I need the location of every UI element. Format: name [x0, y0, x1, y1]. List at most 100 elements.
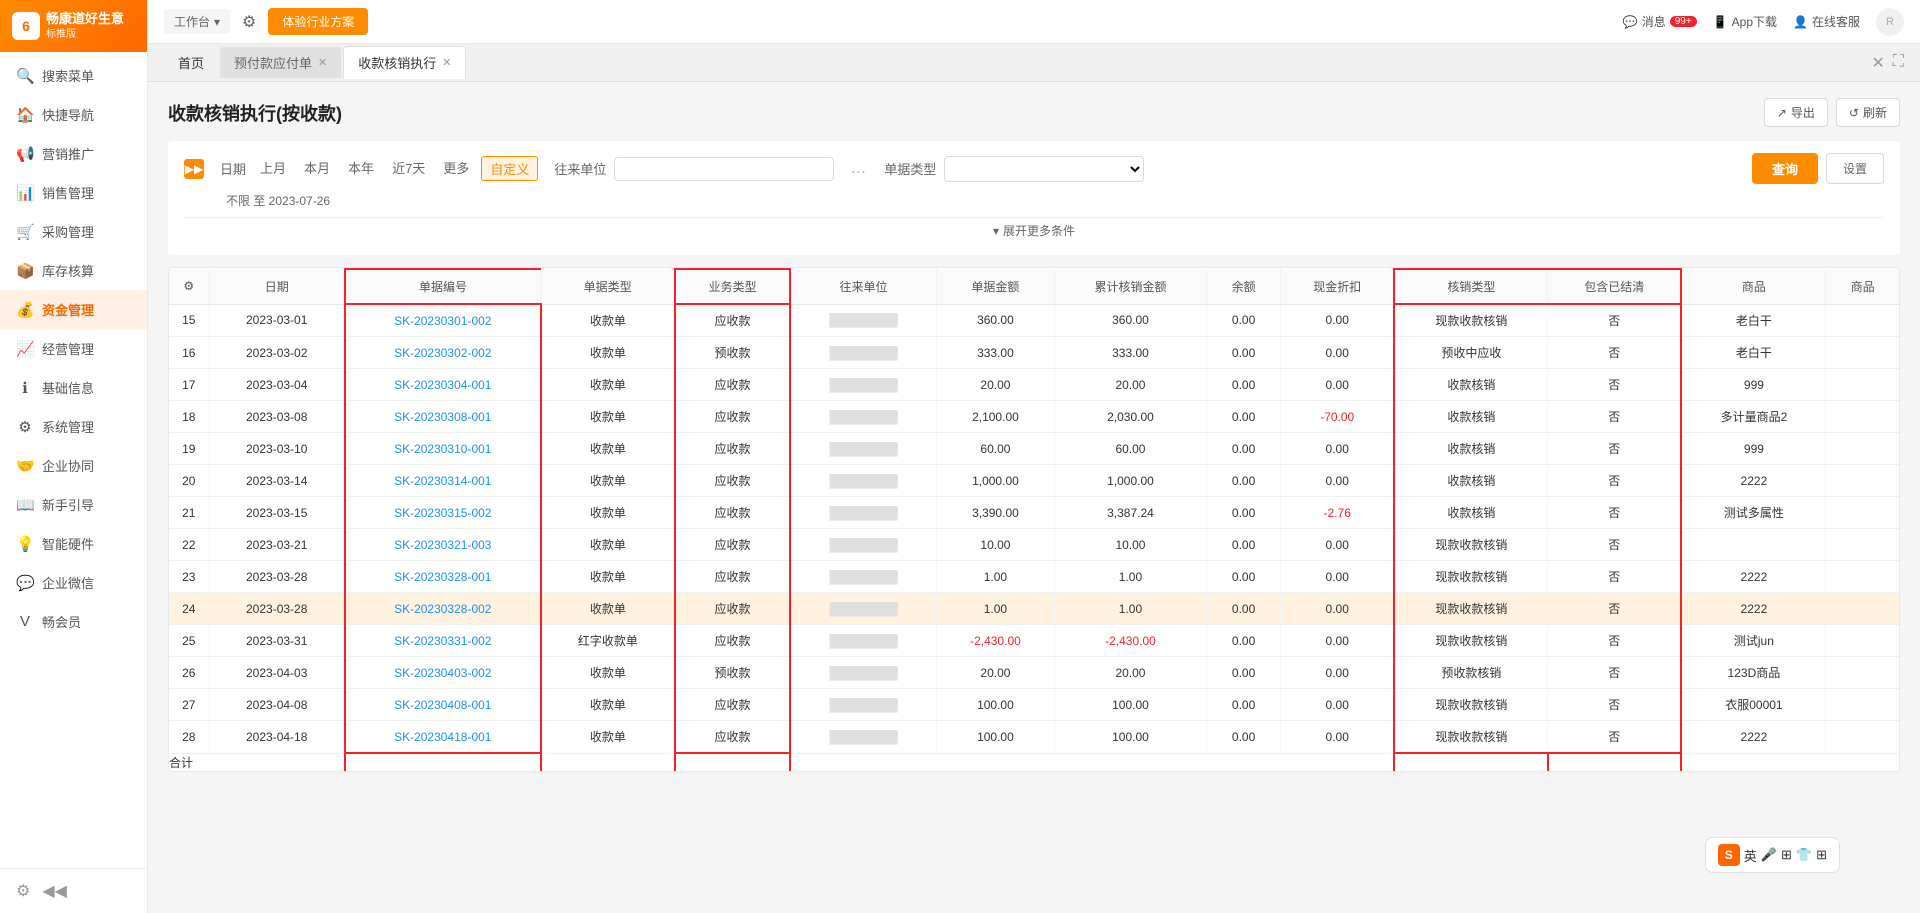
tab-verification[interactable]: 收款核销执行 ✕	[343, 46, 466, 79]
doc-no-link[interactable]: SK-20230418-001	[394, 730, 491, 744]
doc-no-link[interactable]: SK-20230328-002	[394, 602, 491, 616]
cell-goods2	[1826, 304, 1899, 337]
cell-verify-type: 收款核销	[1394, 369, 1547, 401]
trial-btn[interactable]: 体验行业方案	[268, 8, 368, 35]
table-row: 15 2023-03-01 SK-20230301-002 收款单 应收款 ██…	[169, 304, 1899, 337]
app-download-btn[interactable]: 📱 App下载	[1713, 13, 1777, 30]
gear-icon[interactable]: ⚙	[242, 12, 256, 32]
expand-more-btn[interactable]: ▾ 展开更多条件	[184, 217, 1884, 243]
sidebar-item-经营管理[interactable]: 📈经营管理	[0, 329, 147, 368]
more-filters-btn[interactable]: …	[850, 160, 868, 178]
col-include-settled[interactable]: 包含已结清	[1548, 269, 1682, 304]
sidebar-item-系统管理[interactable]: ⚙系统管理	[0, 407, 147, 446]
sidebar-item-智能硬件[interactable]: 💡智能硬件	[0, 524, 147, 563]
sidebar-item-营销推广[interactable]: 📢营销推广	[0, 134, 147, 173]
doc-no-link[interactable]: SK-20230304-001	[394, 378, 491, 392]
date-opt-more[interactable]: 更多	[437, 156, 475, 181]
doc-no-link[interactable]: SK-20230308-001	[394, 410, 491, 424]
maximize-icon[interactable]: ⛶	[1893, 53, 1904, 73]
doc-no-link[interactable]: SK-20230310-001	[394, 442, 491, 456]
workspace-selector[interactable]: 工作台 ▾	[164, 9, 230, 34]
cell-verified: 360.00	[1054, 304, 1206, 337]
partner-input[interactable]	[614, 157, 834, 181]
sidebar-item-采购管理[interactable]: 🛒采购管理	[0, 212, 147, 251]
doc-no-link[interactable]: SK-20230328-001	[394, 570, 491, 584]
cell-doc-type: 收款单	[541, 369, 675, 401]
query-btn[interactable]: 查询	[1752, 153, 1818, 184]
cell-partner: ████████	[790, 593, 937, 625]
table-row: 17 2023-03-04 SK-20230304-001 收款单 应收款 ██…	[169, 369, 1899, 401]
col-discount[interactable]: 现金折扣	[1281, 269, 1395, 304]
cell-doc-type: 收款单	[541, 529, 675, 561]
col-biz-type[interactable]: 业务类型	[675, 269, 790, 304]
service-btn[interactable]: 👤 在线客服	[1793, 13, 1860, 30]
doc-no-link[interactable]: SK-20230403-002	[394, 666, 491, 680]
cell-verify-type: 现款收款核销	[1394, 529, 1547, 561]
cell-discount: 0.00	[1281, 657, 1395, 689]
export-btn[interactable]: ↗ 导出	[1764, 98, 1828, 127]
date-opt-this-month[interactable]: 本月	[298, 156, 336, 181]
cell-include-settled: 否	[1548, 337, 1682, 369]
cell-doc-type: 收款单	[541, 401, 675, 433]
doc-no-link[interactable]: SK-20230301-002	[394, 314, 491, 328]
col-doc-type[interactable]: 单据类型	[541, 269, 675, 304]
sidebar-item-搜索菜单[interactable]: 🔍搜索菜单	[0, 56, 147, 95]
grid-icon[interactable]: ⊞	[1781, 847, 1792, 863]
col-amount[interactable]: 单据金额	[937, 269, 1055, 304]
sidebar-item-新手引导[interactable]: 📖新手引导	[0, 485, 147, 524]
cell-amount: 1,000.00	[937, 465, 1055, 497]
cell-partner: ████████	[790, 304, 937, 337]
settings-icon[interactable]: ⚙	[16, 881, 30, 901]
doctype-select[interactable]	[944, 156, 1144, 182]
doc-no-link[interactable]: SK-20230302-002	[394, 346, 491, 360]
close-all-icon[interactable]: ✕	[1871, 53, 1884, 73]
sidebar-item-资金管理[interactable]: 💰资金管理	[0, 290, 147, 329]
date-opt-custom[interactable]: 自定义	[481, 156, 538, 181]
col-verified[interactable]: 累计核销金额	[1054, 269, 1206, 304]
col-gear[interactable]: ⚙	[169, 269, 209, 304]
sidebar-item-畅会员[interactable]: V畅会员	[0, 602, 147, 641]
sidebar-item-快捷导航[interactable]: 🏠快捷导航	[0, 95, 147, 134]
mic-icon[interactable]: 🎤	[1761, 847, 1777, 863]
tab-home[interactable]: 首页	[164, 47, 218, 78]
date-opt-7days[interactable]: 近7天	[386, 156, 431, 181]
message-badge: 99+	[1670, 16, 1697, 27]
date-opt-this-year[interactable]: 本年	[342, 156, 380, 181]
col-goods2[interactable]: 商品	[1826, 269, 1899, 304]
tab-prepayment-close[interactable]: ✕	[318, 56, 327, 69]
doc-no-link[interactable]: SK-20230331-002	[394, 634, 491, 648]
sidebar-item-库存核算[interactable]: 📦库存核算	[0, 251, 147, 290]
cell-goods: 多计量商品2	[1681, 401, 1826, 433]
expand-arrow[interactable]: ▶▶	[184, 159, 204, 179]
date-opt-last-month[interactable]: 上月	[254, 156, 292, 181]
sidebar-item-基础信息[interactable]: ℹ基础信息	[0, 368, 147, 407]
cell-goods: 老白干	[1681, 337, 1826, 369]
doc-no-link[interactable]: SK-20230315-002	[394, 506, 491, 520]
tab-prepayment[interactable]: 预付款应付单 ✕	[220, 47, 341, 78]
col-goods[interactable]: 商品	[1681, 269, 1826, 304]
user-avatar[interactable]: R	[1876, 8, 1904, 36]
table-row: 23 2023-03-28 SK-20230328-001 收款单 应收款 ██…	[169, 561, 1899, 593]
apps-icon[interactable]: ⊞	[1816, 847, 1827, 863]
doc-no-link[interactable]: SK-20230314-001	[394, 474, 491, 488]
doc-no-link[interactable]: SK-20230321-003	[394, 538, 491, 552]
doc-no-link[interactable]: SK-20230408-001	[394, 698, 491, 712]
collapse-icon[interactable]: ◀◀	[42, 881, 67, 901]
setting-btn[interactable]: 设置	[1826, 153, 1884, 184]
refresh-btn[interactable]: ↺ 刷新	[1836, 98, 1900, 127]
cell-date: 2023-03-08	[209, 401, 345, 433]
sidebar-item-销售管理[interactable]: 📊销售管理	[0, 173, 147, 212]
col-verify-type[interactable]: 核销类型	[1394, 269, 1547, 304]
sidebar-item-企业协同[interactable]: 🤝企业协同	[0, 446, 147, 485]
nav-label: 快捷导航	[42, 105, 94, 124]
col-doc-no[interactable]: 单据编号	[345, 269, 541, 304]
tab-verification-close[interactable]: ✕	[442, 56, 451, 69]
shirt-icon[interactable]: 👕	[1796, 847, 1812, 863]
col-date[interactable]: 日期	[209, 269, 345, 304]
cell-partner: ████████	[790, 721, 937, 754]
message-btn[interactable]: 💬 消息 99+	[1623, 13, 1697, 30]
sidebar-item-企业微信[interactable]: 💬企业微信	[0, 563, 147, 602]
col-balance[interactable]: 余额	[1207, 269, 1281, 304]
cell-id: 16	[169, 337, 209, 369]
col-partner[interactable]: 往来单位	[790, 269, 937, 304]
